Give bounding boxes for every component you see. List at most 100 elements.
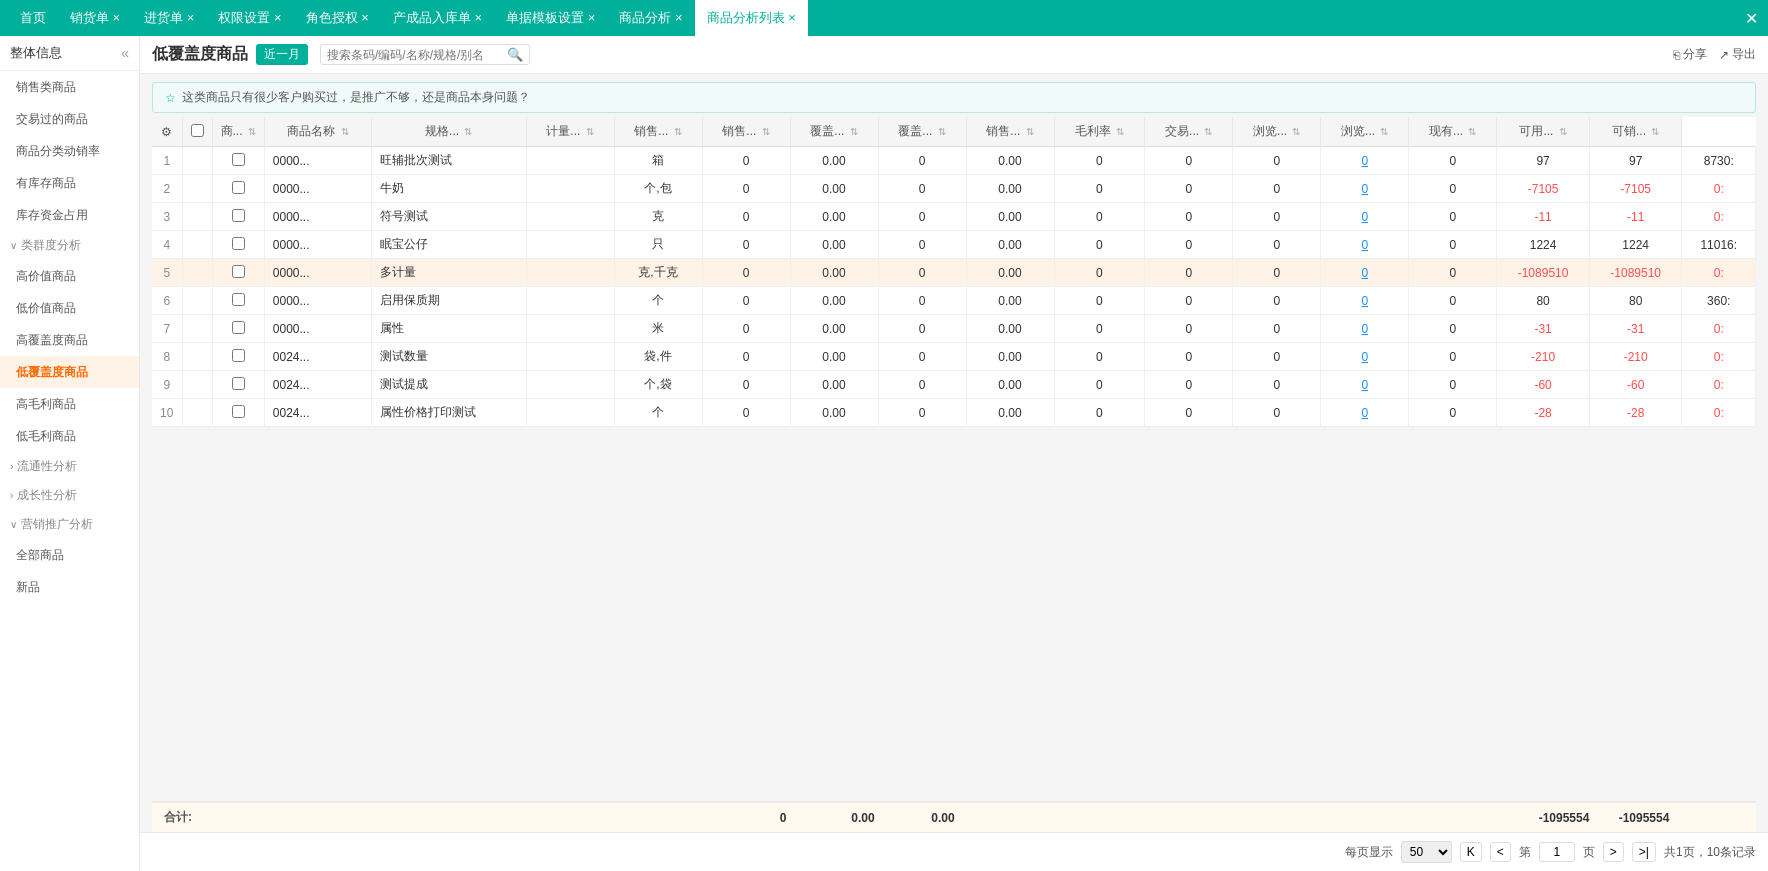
col-trade[interactable]: 交易... ⇅ bbox=[1145, 117, 1233, 147]
row-cover2: 0.00 bbox=[966, 203, 1054, 231]
last-page-button[interactable]: >| bbox=[1632, 842, 1656, 862]
sidebar-item-new-goods[interactable]: 新品 bbox=[0, 571, 139, 603]
sidebar-item-high-margin[interactable]: 高毛利商品 bbox=[0, 388, 139, 420]
sidebar-group-growth[interactable]: › 成长性分析 bbox=[0, 481, 139, 510]
col-gross[interactable]: 毛利率 ⇅ bbox=[1054, 117, 1145, 147]
row-cover2: 0.00 bbox=[966, 343, 1054, 371]
col-browse2[interactable]: 浏览... ⇅ bbox=[1321, 117, 1409, 147]
nav-tab-product[interactable]: 产成品入库单 × bbox=[381, 0, 494, 36]
row-browse1[interactable]: 0 bbox=[1321, 371, 1409, 399]
window-close-button[interactable]: ✕ bbox=[1745, 9, 1758, 28]
col-name[interactable]: 商品名称 ⇅ bbox=[264, 117, 371, 147]
row-checkbox[interactable] bbox=[212, 231, 264, 259]
row-checkbox[interactable] bbox=[212, 147, 264, 175]
row-browse1[interactable]: 0 bbox=[1321, 399, 1409, 427]
time-filter-button[interactable]: 近一月 bbox=[256, 44, 308, 65]
row-settings[interactable] bbox=[182, 399, 212, 427]
col-saleable[interactable]: 可销... ⇅ bbox=[1589, 117, 1682, 147]
row-browse1[interactable]: 0 bbox=[1321, 287, 1409, 315]
row-settings[interactable] bbox=[182, 231, 212, 259]
sidebar-item-high-coverage[interactable]: 高覆盖度商品 bbox=[0, 324, 139, 356]
row-sale-qty: 0 bbox=[702, 175, 790, 203]
row-browse1[interactable]: 0 bbox=[1321, 259, 1409, 287]
prev-page-button[interactable]: < bbox=[1490, 842, 1511, 862]
sidebar-item-all-goods[interactable]: 全部商品 bbox=[0, 539, 139, 571]
row-checkbox[interactable] bbox=[212, 203, 264, 231]
row-browse1[interactable]: 0 bbox=[1321, 315, 1409, 343]
row-checkbox[interactable] bbox=[212, 175, 264, 203]
row-settings[interactable] bbox=[182, 287, 212, 315]
next-page-button[interactable]: > bbox=[1603, 842, 1624, 862]
row-checkbox[interactable] bbox=[212, 287, 264, 315]
row-settings[interactable] bbox=[182, 147, 212, 175]
table-row: 1 0000... 旺辅批次测试 箱 0 0.00 0 0.00 0 0 0 0… bbox=[152, 147, 1756, 175]
export-button[interactable]: ↗ 导出 bbox=[1719, 46, 1756, 63]
sidebar-item-stocked-goods[interactable]: 有库存商品 bbox=[0, 167, 139, 199]
sidebar-group-circulation[interactable]: › 流通性分析 bbox=[0, 452, 139, 481]
col-sale-amt[interactable]: 销售... ⇅ bbox=[702, 117, 790, 147]
nav-tab-home[interactable]: 首页 bbox=[8, 0, 58, 36]
per-page-select[interactable]: 50 10 20 100 bbox=[1401, 841, 1452, 863]
row-sale-amt: 0.00 bbox=[790, 203, 878, 231]
col-code[interactable]: 商... ⇅ bbox=[212, 117, 264, 147]
col-current[interactable]: 现有... ⇅ bbox=[1409, 117, 1497, 147]
footer-avail: -1095554 bbox=[1614, 811, 1674, 825]
row-browse1[interactable]: 0 bbox=[1321, 147, 1409, 175]
row-settings[interactable] bbox=[182, 343, 212, 371]
nav-tab-permission[interactable]: 权限设置 × bbox=[206, 0, 293, 36]
row-browse1[interactable]: 0 bbox=[1321, 175, 1409, 203]
sidebar-item-low-value[interactable]: 低价值商品 bbox=[0, 292, 139, 324]
nav-tab-purchase[interactable]: 进货单 × bbox=[132, 0, 206, 36]
nav-tab-role[interactable]: 角色授权 × bbox=[294, 0, 381, 36]
sidebar-item-high-value[interactable]: 高价值商品 bbox=[0, 260, 139, 292]
row-settings[interactable] bbox=[182, 315, 212, 343]
nav-tab-analysis[interactable]: 商品分析 × bbox=[607, 0, 694, 36]
sidebar-item-category-rate[interactable]: 商品分类动销率 bbox=[0, 135, 139, 167]
row-settings[interactable] bbox=[182, 203, 212, 231]
row-browse2: 0 bbox=[1409, 203, 1497, 231]
row-browse1[interactable]: 0 bbox=[1321, 231, 1409, 259]
nav-tab-template[interactable]: 单据模板设置 × bbox=[494, 0, 607, 36]
share-button[interactable]: ⎗ 分享 bbox=[1673, 46, 1707, 63]
row-browse1[interactable]: 0 bbox=[1321, 343, 1409, 371]
col-cover2[interactable]: 覆盖... ⇅ bbox=[878, 117, 966, 147]
sidebar-item-low-margin[interactable]: 低毛利商品 bbox=[0, 420, 139, 452]
row-settings[interactable] bbox=[182, 175, 212, 203]
row-settings[interactable] bbox=[182, 259, 212, 287]
search-input[interactable] bbox=[327, 48, 507, 62]
col-browse1[interactable]: 浏览... ⇅ bbox=[1233, 117, 1321, 147]
row-checkbox[interactable] bbox=[212, 399, 264, 427]
row-gross: 0 bbox=[1145, 287, 1233, 315]
nav-tab-sales[interactable]: 销货单 × bbox=[58, 0, 132, 36]
col-sale-qty[interactable]: 销售... ⇅ bbox=[614, 117, 702, 147]
col-spec[interactable]: 规格... ⇅ bbox=[371, 117, 526, 147]
row-checkbox[interactable] bbox=[212, 343, 264, 371]
col-avail[interactable]: 可用... ⇅ bbox=[1497, 117, 1590, 147]
sidebar-item-sales-goods[interactable]: 销售类商品 bbox=[0, 71, 139, 103]
row-browse1[interactable]: 0 bbox=[1321, 203, 1409, 231]
col-unit[interactable]: 计量... ⇅ bbox=[526, 117, 614, 147]
row-checkbox[interactable] bbox=[212, 315, 264, 343]
table-row: 2 0000... 牛奶 个,包 0 0.00 0 0.00 0 0 0 0 0… bbox=[152, 175, 1756, 203]
row-checkbox[interactable] bbox=[212, 259, 264, 287]
select-all-checkbox[interactable] bbox=[191, 124, 204, 137]
col-cover1[interactable]: 覆盖... ⇅ bbox=[790, 117, 878, 147]
col-sale3[interactable]: 销售... ⇅ bbox=[966, 117, 1054, 147]
search-icon[interactable]: 🔍 bbox=[507, 47, 523, 62]
row-spec bbox=[526, 315, 614, 343]
sidebar-item-stock-capital[interactable]: 库存资金占用 bbox=[0, 199, 139, 231]
row-settings[interactable] bbox=[182, 371, 212, 399]
row-checkbox[interactable] bbox=[212, 371, 264, 399]
sidebar-item-low-coverage[interactable]: 低覆盖度商品 bbox=[0, 356, 139, 388]
first-page-button[interactable]: K bbox=[1460, 842, 1482, 862]
sidebar-collapse-icon[interactable]: « bbox=[121, 45, 129, 61]
sidebar-item-traded-goods[interactable]: 交易过的商品 bbox=[0, 103, 139, 135]
sidebar-group-marketing[interactable]: ∨ 营销推广分析 bbox=[0, 510, 139, 539]
sidebar-group-category[interactable]: ∨ 类群度分析 bbox=[0, 231, 139, 260]
table-container[interactable]: ⚙ 商... ⇅ 商品名称 ⇅ 规格... ⇅ 计量... ⇅ 销售... ⇅ … bbox=[152, 117, 1756, 801]
sidebar-header[interactable]: 整体信息 « bbox=[0, 36, 139, 71]
col-checkbox[interactable] bbox=[182, 117, 212, 147]
col-settings[interactable]: ⚙ bbox=[152, 117, 182, 147]
nav-tab-analysis-list[interactable]: 商品分析列表 × bbox=[695, 0, 808, 36]
page-input[interactable] bbox=[1539, 842, 1575, 862]
